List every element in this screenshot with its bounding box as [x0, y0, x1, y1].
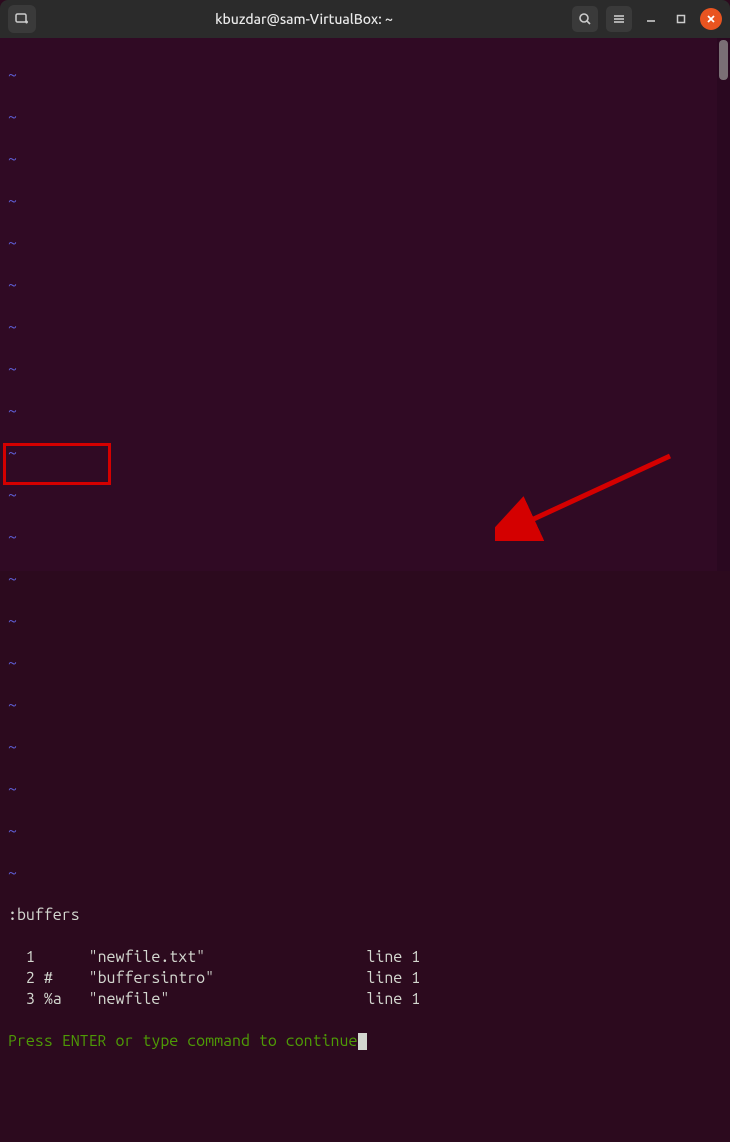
vim-buffers-list: 1 "newfile.txt" line 1 2 # "buffersintro…	[8, 947, 722, 1010]
new-tab-icon	[14, 11, 30, 27]
vim-tilde: ~	[8, 527, 722, 548]
vim-tilde: ~	[8, 779, 722, 800]
close-button[interactable]	[700, 8, 722, 30]
vim-tilde: ~	[8, 485, 722, 506]
terminal[interactable]: ~ ~ ~ ~ ~ ~ ~ ~ ~ ~ ~ ~ ~ ~ ~ ~ ~ ~ ~ ~ …	[0, 38, 730, 571]
vim-tilde: ~	[8, 401, 722, 422]
vim-tilde: ~	[8, 737, 722, 758]
vim-prompt-line: Press ENTER or type command to continue	[8, 1031, 722, 1052]
buffer-row: 2 # "buffersintro" line 1	[8, 968, 722, 989]
vim-tilde: ~	[8, 695, 722, 716]
new-tab-button[interactable]	[8, 5, 36, 33]
vim-tilde: ~	[8, 611, 722, 632]
vim-tilde: ~	[8, 275, 722, 296]
scrollbar[interactable]	[717, 38, 730, 571]
vim-prompt-text: Press ENTER or type command to continue	[8, 1032, 357, 1050]
window-title: kbuzdar@sam-VirtualBox: ~	[36, 11, 572, 27]
cursor	[358, 1033, 367, 1050]
menu-button[interactable]	[606, 6, 632, 32]
maximize-button[interactable]	[670, 8, 692, 30]
vim-tilde: ~	[8, 107, 722, 128]
vim-tilde: ~	[8, 65, 722, 86]
hamburger-icon	[612, 12, 626, 26]
search-icon	[578, 12, 592, 26]
scroll-thumb[interactable]	[719, 40, 728, 80]
minimize-button[interactable]	[640, 8, 662, 30]
vim-tilde: ~	[8, 653, 722, 674]
vim-tilde: ~	[8, 191, 722, 212]
vim-command-line: :buffers	[8, 905, 722, 926]
titlebar-left	[8, 5, 36, 33]
vim-tilde: ~	[8, 821, 722, 842]
close-icon	[706, 14, 716, 24]
maximize-icon	[676, 14, 686, 24]
vim-tilde: ~	[8, 149, 722, 170]
titlebar: kbuzdar@sam-VirtualBox: ~	[0, 0, 730, 38]
titlebar-right	[572, 6, 722, 32]
search-button[interactable]	[572, 6, 598, 32]
vim-tilde: ~	[8, 359, 722, 380]
vim-tilde: ~	[8, 317, 722, 338]
buffer-row: 1 "newfile.txt" line 1	[8, 947, 722, 968]
vim-tilde: ~	[8, 443, 722, 464]
minimize-icon	[646, 14, 656, 24]
buffer-row: 3 %a "newfile" line 1	[8, 989, 722, 1010]
vim-tilde: ~	[8, 569, 722, 590]
vim-tilde: ~	[8, 863, 722, 884]
vim-tilde: ~	[8, 233, 722, 254]
